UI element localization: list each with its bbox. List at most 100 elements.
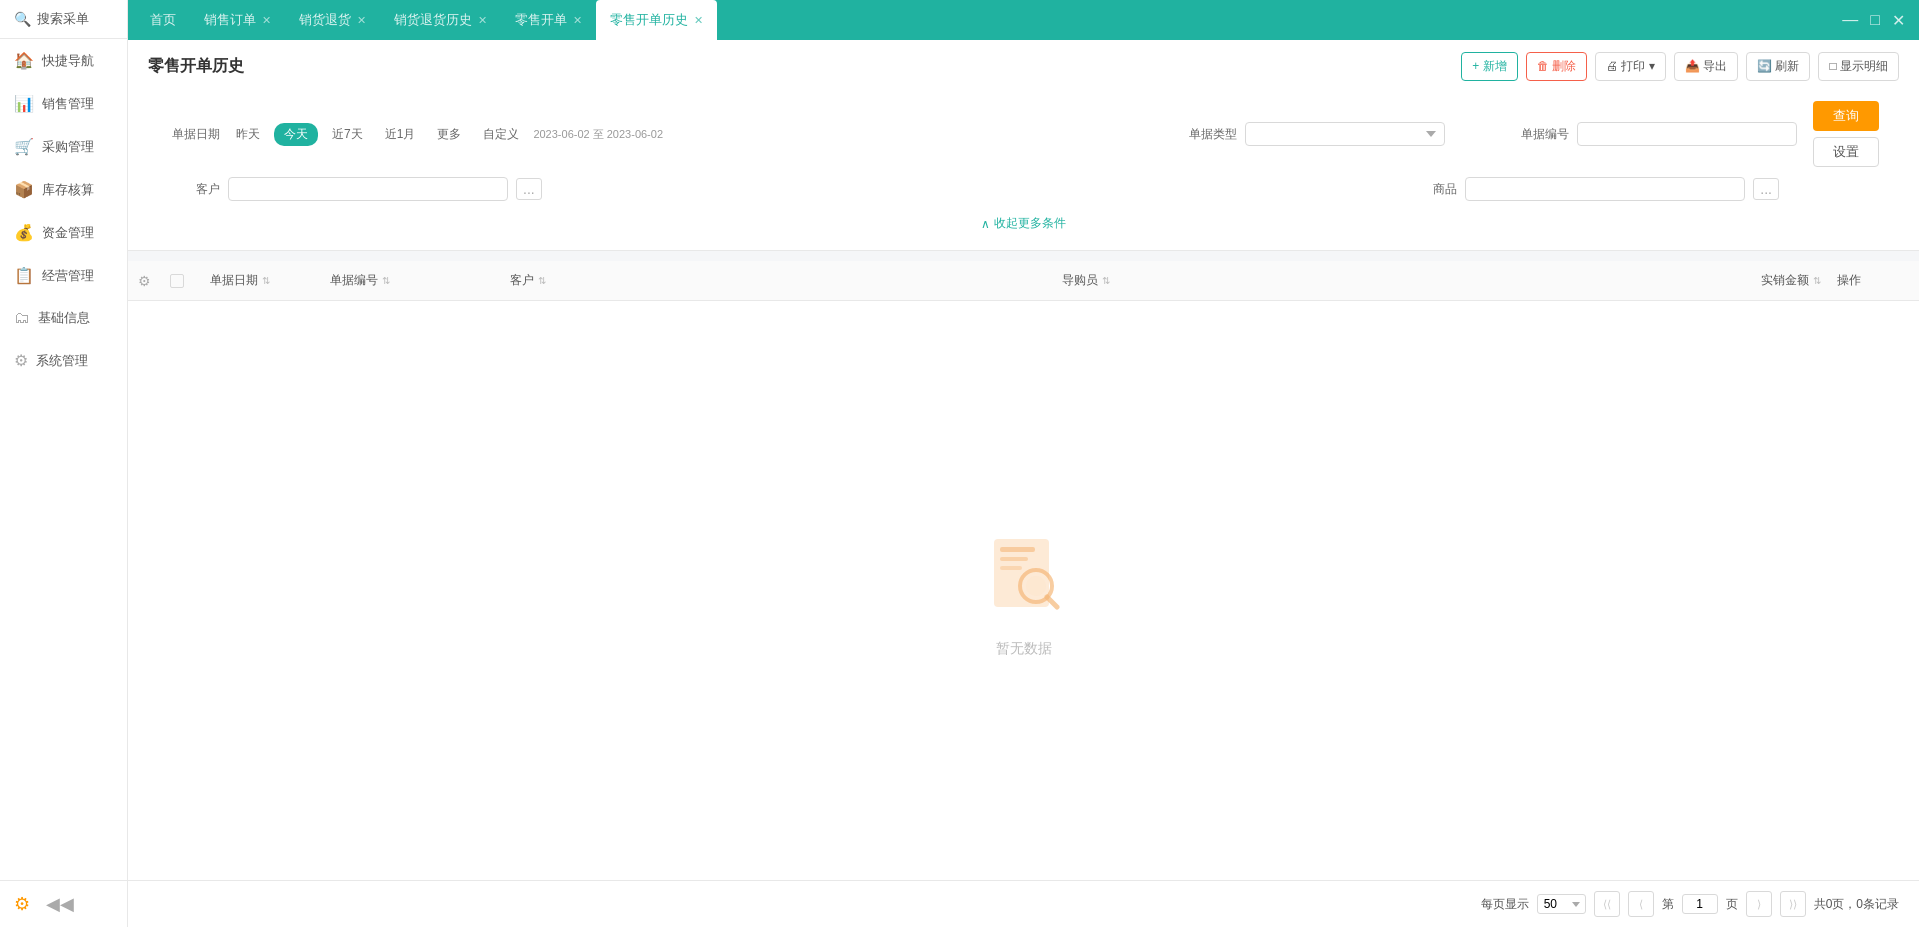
maximize-button[interactable]: □ bbox=[1864, 11, 1886, 29]
print-button[interactable]: 🖨 打印 ▾ bbox=[1595, 52, 1666, 81]
empty-state: 暂无数据 bbox=[128, 301, 1919, 880]
tab-close-icon[interactable]: ✕ bbox=[694, 14, 703, 27]
sidebar-item-basic-info[interactable]: 🗂 基础信息 bbox=[0, 297, 127, 339]
filter-area: 单据日期 昨天 今天 近7天 近1月 更多 自定义 2023-06-02 至 2… bbox=[148, 91, 1899, 250]
chevron-up-icon: ∧ bbox=[981, 217, 990, 231]
th-number[interactable]: 单据编号 ⇅ bbox=[322, 272, 502, 289]
toolbar: + 新增 🗑 删除 🖨 打印 ▾ 📤 导出 🔄 刷新 □ 显示明细 bbox=[1461, 52, 1899, 81]
checkbox-all[interactable] bbox=[170, 274, 184, 288]
sidebar-item-label: 系统管理 bbox=[36, 352, 88, 370]
sidebar-item-label: 经营管理 bbox=[42, 267, 94, 285]
filter-type-field: 单据类型 bbox=[1185, 122, 1445, 146]
sidebar: 🔍 搜索采单 🏠 快捷导航 📊 销售管理 🛒 采购管理 📦 库存核算 💰 资金管… bbox=[0, 0, 128, 927]
sidebar-bottom: ⚙ ◀◀ bbox=[0, 880, 127, 927]
display-detail-button[interactable]: □ 显示明细 bbox=[1818, 52, 1899, 81]
sidebar-item-quick-nav[interactable]: 🏠 快捷导航 bbox=[0, 39, 127, 82]
last-page-btn[interactable]: ⟩⟩ bbox=[1780, 891, 1806, 917]
tab-retail-history[interactable]: 零售开单历史 ✕ bbox=[596, 0, 717, 40]
tab-sales-return[interactable]: 销货退货 ✕ bbox=[285, 0, 380, 40]
tab-close-icon[interactable]: ✕ bbox=[357, 14, 366, 27]
delete-button[interactable]: 🗑 删除 bbox=[1526, 52, 1587, 81]
svg-point-6 bbox=[1026, 576, 1046, 596]
collapse-filter-btn[interactable]: ∧ 收起更多条件 bbox=[981, 211, 1066, 236]
tab-home[interactable]: 首页 bbox=[136, 0, 190, 40]
page-label: 第 bbox=[1662, 896, 1674, 913]
tab-close-icon[interactable]: ✕ bbox=[262, 14, 271, 27]
cart-icon: 🛒 bbox=[14, 137, 34, 156]
tab-sales-order[interactable]: 销售订单 ✕ bbox=[190, 0, 285, 40]
filter-date-group: 昨天 今天 近7天 近1月 更多 自定义 2023-06-02 至 2023-0… bbox=[228, 123, 663, 146]
page-number-input[interactable]: 1 bbox=[1682, 894, 1718, 914]
th-amount-label: 实销金额 bbox=[1761, 272, 1809, 289]
tab-home-label: 首页 bbox=[150, 11, 176, 29]
customer-ellipsis-btn[interactable]: ... bbox=[516, 178, 542, 200]
sidebar-item-purchase-mgmt[interactable]: 🛒 采购管理 bbox=[0, 125, 127, 168]
tab-retail-open[interactable]: 零售开单 ✕ bbox=[501, 0, 596, 40]
tab-close-icon[interactable]: ✕ bbox=[478, 14, 487, 27]
per-page-select[interactable]: 10 20 50 100 bbox=[1537, 894, 1586, 914]
filter-customer-label: 客户 bbox=[168, 181, 220, 198]
filter-number-input[interactable] bbox=[1577, 122, 1797, 146]
sort-icon: ⇅ bbox=[382, 275, 390, 286]
sidebar-item-label: 资金管理 bbox=[42, 224, 94, 242]
sidebar-item-label: 库存核算 bbox=[42, 181, 94, 199]
empty-illustration bbox=[974, 524, 1074, 624]
action-buttons: 查询 设置 bbox=[1813, 101, 1879, 167]
th-date[interactable]: 单据日期 ⇅ bbox=[202, 272, 322, 289]
column-settings-icon[interactable]: ⚙ bbox=[138, 273, 170, 289]
sort-icon: ⇅ bbox=[262, 275, 270, 286]
page-header: 零售开单历史 + 新增 🗑 删除 🖨 打印 ▾ 📤 导出 🔄 刷新 □ 显示明细… bbox=[128, 40, 1919, 251]
minimize-button[interactable]: — bbox=[1836, 11, 1864, 29]
close-window-button[interactable]: ✕ bbox=[1886, 11, 1911, 30]
tab-bar: 首页 销售订单 ✕ 销货退货 ✕ 销货退货历史 ✕ 零售开单 ✕ 零售开单历史 … bbox=[128, 0, 1919, 40]
first-page-btn[interactable]: ⟨⟨ bbox=[1594, 891, 1620, 917]
empty-text: 暂无数据 bbox=[996, 640, 1052, 658]
collapse-sidebar-button[interactable]: ◀◀ bbox=[46, 893, 74, 915]
query-button[interactable]: 查询 bbox=[1813, 101, 1879, 131]
sidebar-item-inventory[interactable]: 📦 库存核算 bbox=[0, 168, 127, 211]
date-yesterday-btn[interactable]: 昨天 bbox=[228, 123, 268, 146]
prev-page-btn[interactable]: ⟨ bbox=[1628, 891, 1654, 917]
date-custom-btn[interactable]: 自定义 bbox=[475, 123, 527, 146]
tab-sales-return-label: 销货退货 bbox=[299, 11, 351, 29]
box-icon: 📦 bbox=[14, 180, 34, 199]
product-ellipsis-btn[interactable]: ... bbox=[1753, 178, 1779, 200]
svg-rect-2 bbox=[1000, 557, 1028, 561]
tab-close-icon[interactable]: ✕ bbox=[573, 14, 582, 27]
tab-retail-open-label: 零售开单 bbox=[515, 11, 567, 29]
date-more-btn[interactable]: 更多 bbox=[429, 123, 469, 146]
search-icon: 🔍 bbox=[14, 11, 31, 27]
date-today-btn[interactable]: 今天 bbox=[274, 123, 318, 146]
export-button[interactable]: 📤 导出 bbox=[1674, 52, 1738, 81]
date-1month-btn[interactable]: 近1月 bbox=[377, 123, 424, 146]
filter-product-input[interactable] bbox=[1465, 177, 1745, 201]
sidebar-item-finance-mgmt[interactable]: 💰 资金管理 bbox=[0, 211, 127, 254]
sidebar-search[interactable]: 🔍 搜索采单 bbox=[0, 0, 127, 39]
filter-customer-input[interactable] bbox=[228, 177, 508, 201]
filter-type-select[interactable] bbox=[1245, 122, 1445, 146]
tab-retail-history-label: 零售开单历史 bbox=[610, 11, 688, 29]
refresh-button[interactable]: 🔄 刷新 bbox=[1746, 52, 1810, 81]
next-page-btn[interactable]: ⟩ bbox=[1746, 891, 1772, 917]
add-button[interactable]: + 新增 bbox=[1461, 52, 1517, 81]
tab-sales-return-history[interactable]: 销货退货历史 ✕ bbox=[380, 0, 501, 40]
sidebar-item-sales-mgmt[interactable]: 📊 销售管理 bbox=[0, 82, 127, 125]
sidebar-item-sys-mgmt[interactable]: ⚙ 系统管理 bbox=[0, 339, 127, 382]
th-amount[interactable]: 实销金额 ⇅ bbox=[1709, 272, 1829, 289]
sidebar-search-label: 搜索采单 bbox=[37, 10, 89, 28]
settings-icon-button[interactable]: ⚙ bbox=[14, 893, 30, 915]
settings-button[interactable]: 设置 bbox=[1813, 137, 1879, 167]
tab-bar-right: — □ ✕ bbox=[1836, 11, 1911, 30]
date-7days-btn[interactable]: 近7天 bbox=[324, 123, 371, 146]
select-all-checkbox[interactable] bbox=[170, 274, 202, 288]
th-customer[interactable]: 客户 ⇅ bbox=[502, 272, 1054, 289]
page-title: 零售开单历史 bbox=[148, 56, 244, 77]
svg-rect-1 bbox=[1000, 547, 1035, 552]
sidebar-item-ops-mgmt[interactable]: 📋 经营管理 bbox=[0, 254, 127, 297]
filter-number-field: 单据编号 bbox=[1517, 122, 1797, 146]
per-page-label: 每页显示 bbox=[1481, 896, 1529, 913]
sort-icon: ⇅ bbox=[1102, 275, 1110, 286]
th-guide[interactable]: 导购员 ⇅ bbox=[1054, 272, 1174, 289]
svg-rect-3 bbox=[1000, 566, 1022, 570]
sort-icon: ⇅ bbox=[1813, 275, 1821, 286]
